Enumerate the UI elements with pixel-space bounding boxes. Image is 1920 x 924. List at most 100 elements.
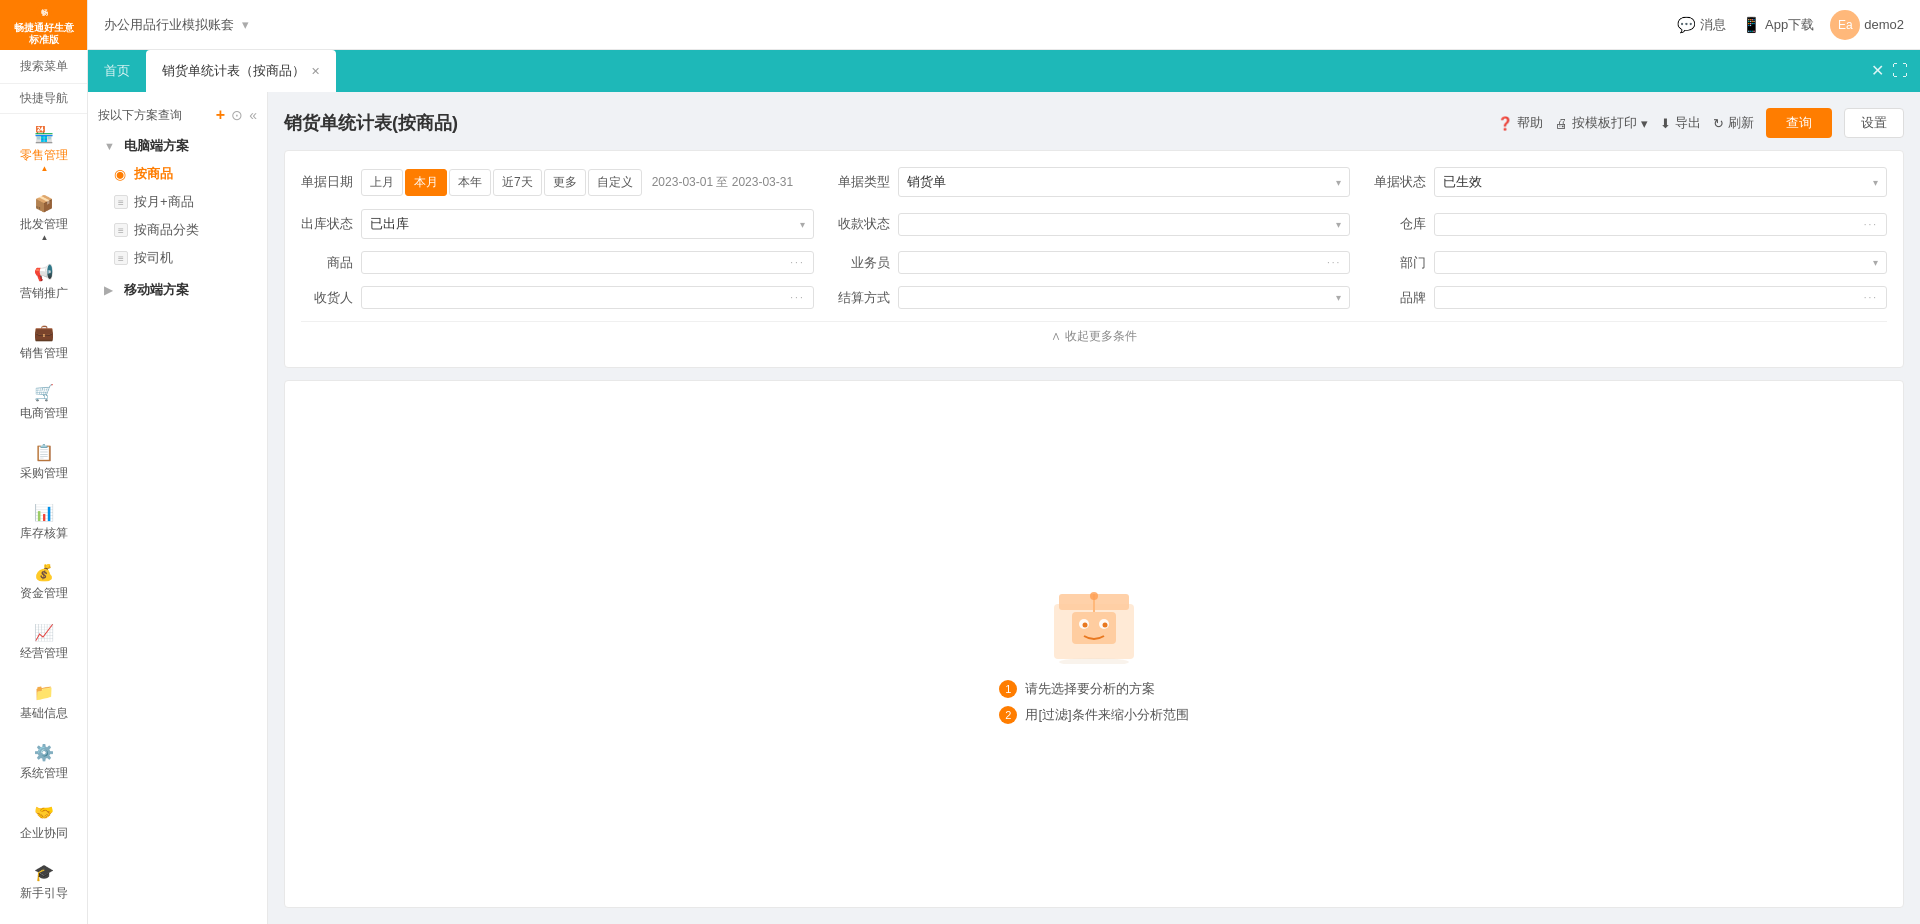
collapse-filter-btn[interactable]: ∧ 收起更多条件	[301, 321, 1887, 351]
list-icon-3: ≡	[114, 251, 128, 265]
dept-select[interactable]: ▾	[1434, 251, 1887, 274]
help-label: 帮助	[1517, 114, 1543, 132]
user-name-label: demo2	[1864, 17, 1904, 32]
doc-type-value: 销货单	[907, 173, 1337, 191]
tree-item-by-customer[interactable]: ≡ 按司机	[98, 244, 267, 272]
tab-expand-btn[interactable]: ⛶	[1892, 63, 1908, 79]
tree-pc-solutions[interactable]: ▼ 电脑端方案	[88, 132, 267, 160]
marketing-icon: 📢	[34, 262, 54, 282]
report-tab-label: 销货单统计表（按商品）	[162, 62, 305, 80]
sidebar-item-system[interactable]: ⚙️ 系统管理	[0, 732, 87, 792]
sidebar-item-purchase[interactable]: 📋 采购管理	[0, 432, 87, 492]
recipient-select[interactable]: ···	[361, 286, 814, 309]
tab-close-window-btn[interactable]: ✕	[1871, 63, 1884, 79]
tree-pc-children: ◉ 按商品 ≡ 按月+商品 ≡ 按商品分类 ≡ 按司机	[88, 160, 267, 272]
date-btn-7days[interactable]: 近7天	[493, 169, 542, 196]
print-dropdown-icon: ▾	[1641, 116, 1648, 131]
app-download-label: App下载	[1765, 16, 1814, 34]
right-panel: 销货单统计表(按商品) ❓ 帮助 🖨 按模板打印 ▾ ⬇ 导出	[268, 92, 1920, 924]
message-btn[interactable]: 💬 消息	[1677, 16, 1726, 34]
warehouse-label: 仓库	[1374, 215, 1434, 233]
list-icon-2: ≡	[114, 223, 128, 237]
search-menu[interactable]: 搜索菜单	[0, 50, 87, 84]
product-select[interactable]: ···	[361, 251, 814, 274]
salesperson-select[interactable]: ···	[898, 251, 1351, 274]
search-menu-label: 搜索菜单	[20, 59, 68, 73]
tab-close-btn[interactable]: ✕	[311, 65, 320, 78]
quick-nav[interactable]: 快捷导航	[0, 84, 87, 114]
tree-item-by-month-product[interactable]: ≡ 按月+商品	[98, 188, 267, 216]
date-label: 单据日期	[301, 173, 361, 191]
panel-add-btn[interactable]: +	[216, 106, 225, 124]
settlement-field: 结算方式 ▾	[838, 286, 1351, 309]
filter-card: 单据日期 上月 本月 本年 近7天 更多 自定义 2023-03-01 至 20…	[284, 150, 1904, 368]
sidebar-item-sales[interactable]: 💼 销售管理	[0, 312, 87, 372]
settlement-arrow: ▾	[1336, 292, 1341, 303]
export-btn[interactable]: ⬇ 导出	[1660, 114, 1701, 132]
date-btn-more[interactable]: 更多	[544, 169, 586, 196]
sidebar-item-ecommerce[interactable]: 🛒 电商管理	[0, 372, 87, 432]
warehouse-dots: ···	[1864, 219, 1878, 230]
tree-mobile-solutions[interactable]: ▶ 移动端方案	[88, 276, 267, 304]
date-btn-last-month[interactable]: 上月	[361, 169, 403, 196]
empty-svg	[1034, 564, 1154, 664]
warehouse-select[interactable]: ···	[1434, 213, 1887, 236]
sidebar: 畅 畅捷通好生意 标准版 搜索菜单 快捷导航 🏪 零售管理 📦 批发管理 📢 营…	[0, 0, 88, 924]
panel-settings-btn[interactable]: ⊙	[231, 107, 243, 123]
tree-item-by-product[interactable]: ◉ 按商品	[98, 160, 267, 188]
date-btn-current-month[interactable]: 本月	[405, 169, 447, 196]
wholesale-icon: 📦	[34, 193, 54, 213]
finance-icon: 💰	[34, 562, 54, 582]
by-customer-label: 按司机	[134, 249, 173, 267]
message-icon: 💬	[1677, 16, 1696, 34]
tree-item-by-category[interactable]: ≡ 按商品分类	[98, 216, 267, 244]
query-button[interactable]: 查询	[1766, 108, 1832, 138]
app-download-btn[interactable]: 📱 App下载	[1742, 16, 1814, 34]
sidebar-item-guide[interactable]: 🎓 新手引导	[0, 852, 87, 912]
ecommerce-icon: 🛒	[34, 382, 54, 402]
brand-select[interactable]: ···	[1434, 286, 1887, 309]
date-field: 单据日期 上月 本月 本年 近7天 更多 自定义 2023-03-01 至 20…	[301, 169, 814, 196]
message-label: 消息	[1700, 16, 1726, 34]
doc-status-select[interactable]: 已生效 ▾	[1434, 167, 1887, 197]
doc-type-select[interactable]: 销货单 ▾	[898, 167, 1351, 197]
collab-icon: 🤝	[34, 802, 54, 822]
payment-status-field: 收款状态 ▾	[838, 213, 1351, 236]
industry-label: 办公用品行业模拟账套	[104, 16, 234, 34]
industry-dropdown-icon[interactable]: ▾	[242, 17, 249, 32]
dept-arrow: ▾	[1873, 257, 1878, 268]
sidebar-item-retail[interactable]: 🏪 零售管理	[0, 114, 87, 183]
sidebar-item-inventory[interactable]: 📊 库存核算	[0, 492, 87, 552]
sidebar-item-wholesale[interactable]: 📦 批发管理	[0, 183, 87, 252]
settlement-select[interactable]: ▾	[898, 286, 1351, 309]
user-profile-btn[interactable]: Ea demo2	[1830, 10, 1904, 40]
by-category-label: 按商品分类	[134, 221, 199, 239]
out-status-select[interactable]: 已出库 ▾	[361, 209, 814, 239]
sidebar-item-operation[interactable]: 📈 经营管理	[0, 612, 87, 672]
sidebar-item-basic[interactable]: 📁 基础信息	[0, 672, 87, 732]
print-template-btn[interactable]: 🖨 按模板打印 ▾	[1555, 114, 1648, 132]
date-btn-custom[interactable]: 自定义	[588, 169, 642, 196]
tab-home[interactable]: 首页	[88, 50, 146, 92]
tab-report[interactable]: 销货单统计表（按商品） ✕	[146, 50, 336, 92]
sidebar-item-finance[interactable]: 💰 资金管理	[0, 552, 87, 612]
app-download-icon: 📱	[1742, 16, 1761, 34]
page-title: 销货单统计表(按商品)	[284, 111, 458, 135]
settings-button[interactable]: 设置	[1844, 108, 1904, 138]
svg-point-11	[1090, 592, 1098, 600]
header-right: 💬 消息 📱 App下载 Ea demo2	[1677, 10, 1904, 40]
sidebar-item-collab[interactable]: 🤝 企业协同	[0, 792, 87, 852]
payment-status-select[interactable]: ▾	[898, 213, 1351, 236]
filter-row-4: 收货人 ··· 结算方式 ▾	[301, 286, 1887, 309]
panel-collapse-btn[interactable]: «	[249, 107, 257, 123]
retail-icon: 🏪	[34, 124, 54, 144]
content-area: 按以下方案查询 + ⊙ « ▼ 电脑端方案 ◉ 按商品 ≡ 按月+	[88, 92, 1920, 924]
sidebar-item-apps[interactable]: 📱 应用中心	[0, 912, 87, 924]
date-btn-current-year[interactable]: 本年	[449, 169, 491, 196]
sidebar-item-marketing[interactable]: 📢 营销推广	[0, 252, 87, 312]
salesperson-label: 业务员	[838, 254, 898, 272]
settings-label: 设置	[1861, 115, 1887, 130]
product-dots: ···	[790, 257, 804, 268]
help-btn[interactable]: ❓ 帮助	[1497, 114, 1543, 132]
refresh-btn[interactable]: ↻ 刷新	[1713, 114, 1754, 132]
